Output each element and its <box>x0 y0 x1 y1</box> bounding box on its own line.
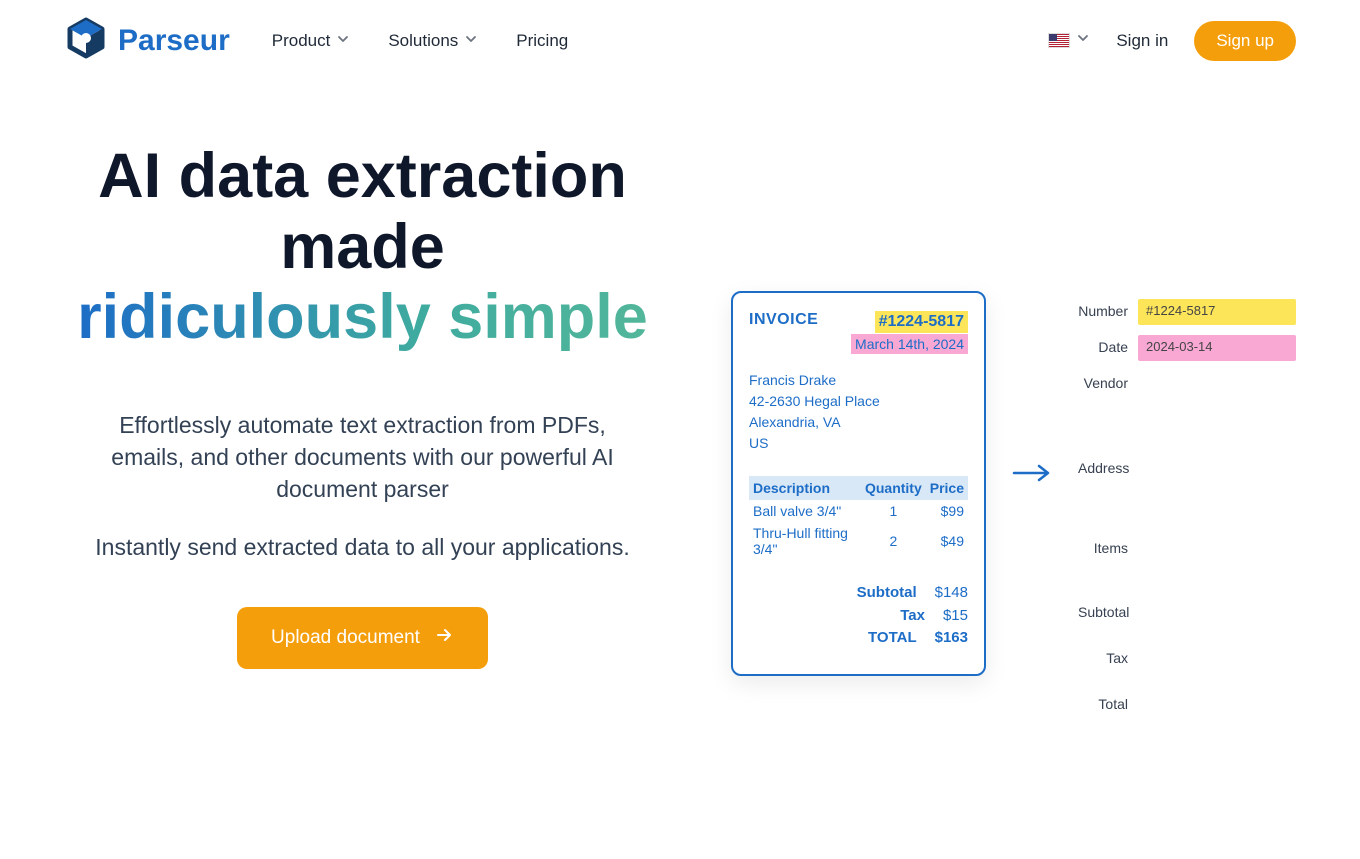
tax-label: Tax <box>900 605 925 628</box>
brand-name: Parseur <box>118 24 230 58</box>
tax-value: $15 <box>943 605 968 628</box>
nav-pricing-label: Pricing <box>516 31 568 51</box>
invoice-date-highlight: March 14th, 2024 <box>851 334 968 354</box>
field-label: Address <box>1078 456 1128 476</box>
col-price: Price <box>926 476 968 500</box>
invoice-preview: INVOICE #1224-5817 March 14th, 2024 Fran… <box>731 291 986 676</box>
hero-headline-line1: AI data extraction made <box>98 141 627 282</box>
chevron-down-icon <box>1076 31 1090 50</box>
field-label: Number <box>1078 299 1128 319</box>
hero-headline: AI data extraction made ridiculously sim… <box>64 141 661 353</box>
item-qty: 1 <box>861 500 926 522</box>
hero-subtitle-2: Instantly send extracted data to all you… <box>64 531 661 563</box>
item-desc: Thru-Hull fitting 3/4" <box>749 522 861 560</box>
field-label: Total <box>1078 692 1128 712</box>
item-price: $49 <box>926 522 968 560</box>
hero-text: AI data extraction made ridiculously sim… <box>64 131 661 722</box>
arrow-right-icon <box>434 625 454 651</box>
item-price: $99 <box>926 500 968 522</box>
hero-headline-line2: ridiculously simple <box>77 282 648 352</box>
sign-in-link[interactable]: Sign in <box>1116 31 1168 51</box>
vendor-addr2: Alexandria, VA <box>749 412 968 433</box>
col-description: Description <box>749 476 861 500</box>
chevron-down-icon <box>464 31 478 51</box>
field-address: Address <box>1078 456 1296 476</box>
vendor-name: Francis Drake <box>749 370 968 391</box>
cta-label: Upload document <box>271 627 420 649</box>
field-total: Total <box>1078 692 1296 712</box>
main-nav: Product Solutions Pricing <box>272 31 569 51</box>
table-row: Thru-Hull fitting 3/4" 2 $49 <box>749 522 968 560</box>
arrow-right-icon <box>1012 291 1052 488</box>
us-flag-icon <box>1048 33 1070 48</box>
chevron-down-icon <box>336 31 350 51</box>
field-label: Tax <box>1078 646 1128 666</box>
field-date: Date 2024-03-14 <box>1078 335 1296 361</box>
total-value: $163 <box>935 627 968 650</box>
field-value: #1224-5817 <box>1138 299 1296 325</box>
nav-solutions-label: Solutions <box>388 31 458 51</box>
hero-section: AI data extraction made ridiculously sim… <box>0 81 1360 722</box>
nav-solutions[interactable]: Solutions <box>388 31 478 51</box>
field-value: 2024-03-14 <box>1138 335 1296 361</box>
col-quantity: Quantity <box>861 476 926 500</box>
extracted-fields: Number #1224-5817 Date 2024-03-14 Vendor… <box>1078 291 1296 722</box>
field-items: Items <box>1078 536 1296 556</box>
nav-product[interactable]: Product <box>272 31 351 51</box>
item-desc: Ball valve 3/4" <box>749 500 861 522</box>
invoice-totals: Subtotal $148 Tax $15 TOTAL $163 <box>749 582 968 650</box>
language-selector[interactable] <box>1048 31 1090 50</box>
upload-document-button[interactable]: Upload document <box>237 607 488 669</box>
hero-illustration: INVOICE #1224-5817 March 14th, 2024 Fran… <box>701 131 1296 722</box>
header-right: Sign in Sign up <box>1048 21 1296 61</box>
field-number: Number #1224-5817 <box>1078 299 1296 325</box>
invoice-items-table: Description Quantity Price Ball valve 3/… <box>749 476 968 560</box>
field-subtotal: Subtotal <box>1078 600 1296 620</box>
field-tax: Tax <box>1078 646 1296 666</box>
field-label: Date <box>1078 335 1128 355</box>
brand-logo[interactable]: Parseur <box>64 16 230 65</box>
sign-up-button[interactable]: Sign up <box>1194 21 1296 61</box>
nav-pricing[interactable]: Pricing <box>516 31 568 51</box>
invoice-vendor: Francis Drake 42-2630 Hegal Place Alexan… <box>749 370 968 454</box>
total-label: TOTAL <box>868 627 917 650</box>
field-label: Items <box>1078 536 1128 556</box>
logo-icon <box>64 16 108 65</box>
hero-subtitle-1: Effortlessly automate text extraction fr… <box>64 409 661 506</box>
subtotal-label: Subtotal <box>857 582 917 605</box>
field-label: Vendor <box>1078 371 1128 391</box>
subtotal-value: $148 <box>935 582 968 605</box>
vendor-addr1: 42-2630 Hegal Place <box>749 391 968 412</box>
table-row: Ball valve 3/4" 1 $99 <box>749 500 968 522</box>
invoice-number-highlight: #1224-5817 <box>875 311 968 333</box>
nav-product-label: Product <box>272 31 331 51</box>
item-qty: 2 <box>861 522 926 560</box>
invoice-title: INVOICE <box>749 311 818 329</box>
vendor-country: US <box>749 433 968 454</box>
field-label: Subtotal <box>1078 600 1128 620</box>
field-vendor: Vendor <box>1078 371 1296 391</box>
site-header: Parseur Product Solutions Pricing Sign i… <box>0 0 1360 81</box>
